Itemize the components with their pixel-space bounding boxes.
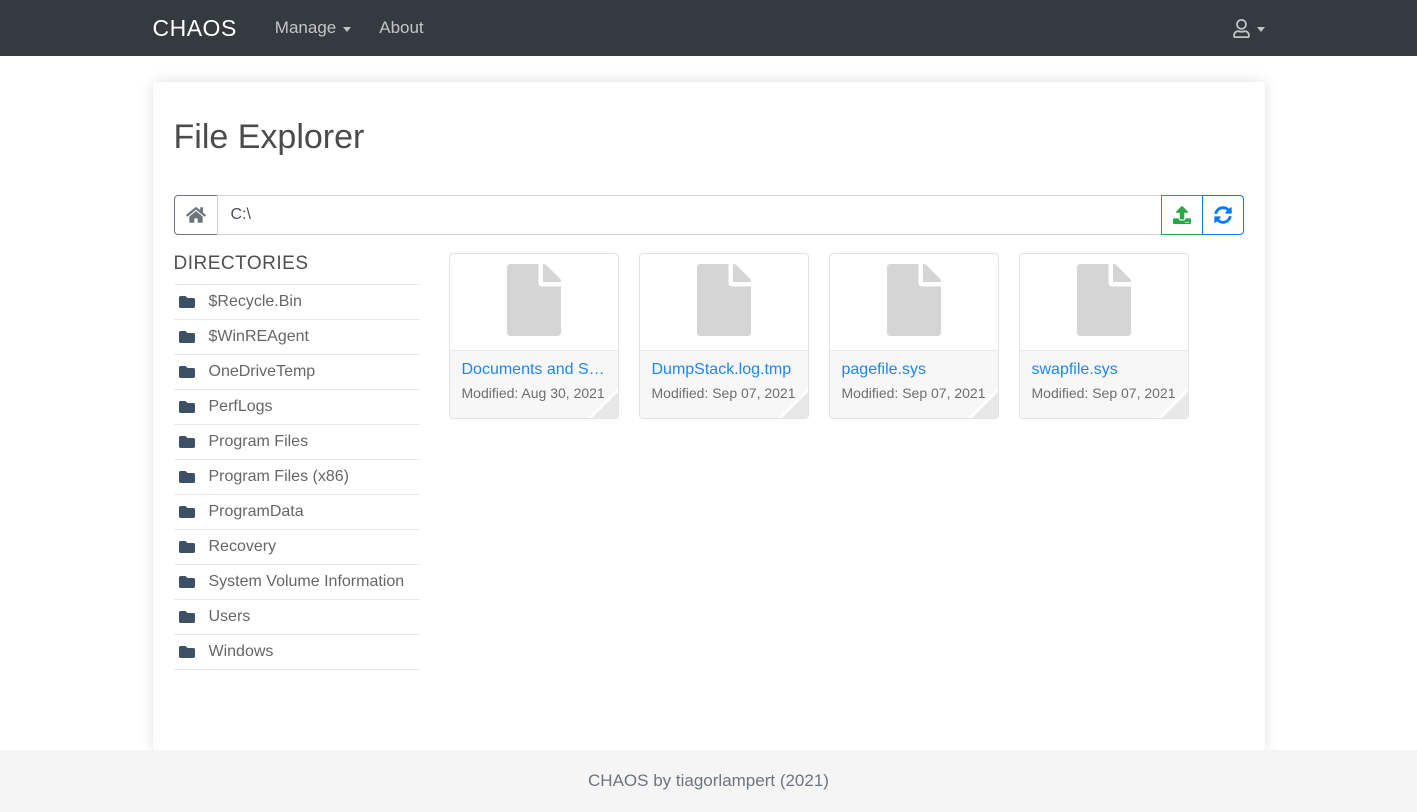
- file-thumbnail: [1019, 254, 1188, 351]
- corner-fold: [1161, 392, 1188, 418]
- file-icon: [1076, 263, 1131, 341]
- path-bar: [173, 195, 1244, 235]
- file-modified-text: Modified: Sep 07, 2021: [1031, 385, 1176, 401]
- folder-icon: [178, 539, 196, 555]
- file-card: pagefile.sys Modified: Sep 07, 2021: [828, 253, 999, 419]
- directory-item[interactable]: Recovery: [173, 530, 420, 565]
- file-modified-text: Modified: Sep 07, 2021: [651, 385, 796, 401]
- footer-text: CHAOS by tiagorlampert (2021): [588, 771, 829, 790]
- file-name-link[interactable]: DumpStack.log.tmp: [652, 361, 796, 379]
- directory-label: Recovery: [208, 538, 277, 555]
- file-thumbnail: [639, 254, 808, 351]
- chevron-down-icon: [1256, 26, 1265, 32]
- corner-fold: [781, 392, 808, 418]
- folder-icon: [178, 574, 196, 590]
- directory-item[interactable]: ProgramData: [173, 495, 420, 530]
- nav-item-about-label: About: [379, 18, 424, 37]
- chevron-down-icon: [343, 26, 352, 32]
- directory-label: System Volume Information: [208, 573, 405, 590]
- user-menu-toggle[interactable]: [1232, 18, 1265, 38]
- upload-icon: [1172, 206, 1191, 224]
- folder-icon: [178, 294, 196, 310]
- directory-item[interactable]: System Volume Information: [173, 565, 420, 600]
- directories-sidebar: DIRECTORIES $Recycle.Bin $WinREAgent One…: [173, 253, 442, 670]
- file-name-link[interactable]: Documents and S…: [462, 361, 606, 379]
- brand-link[interactable]: CHAOS: [153, 15, 237, 42]
- folder-icon: [178, 469, 196, 485]
- file-card: swapfile.sys Modified: Sep 07, 2021: [1018, 253, 1189, 419]
- directories-heading: DIRECTORIES: [173, 253, 309, 274]
- folder-icon: [178, 329, 196, 345]
- directory-item[interactable]: PerfLogs: [173, 390, 420, 425]
- directory-item[interactable]: Windows: [173, 635, 420, 670]
- sync-icon: [1213, 206, 1232, 224]
- directory-label: Program Files: [208, 433, 309, 450]
- directory-label: Windows: [208, 643, 274, 660]
- directory-label: Program Files (x86): [208, 468, 349, 485]
- file-icon: [696, 263, 751, 341]
- file-thumbnail: [829, 254, 998, 351]
- nav-item-manage[interactable]: Manage: [274, 18, 352, 38]
- user-icon: [1232, 18, 1250, 38]
- directory-label: ProgramData: [208, 503, 304, 520]
- directory-label: $WinREAgent: [208, 328, 310, 345]
- directory-label: Users: [208, 608, 251, 625]
- directory-label: $Recycle.Bin: [208, 293, 302, 310]
- page-title: File Explorer: [173, 118, 365, 156]
- folder-icon: [178, 609, 196, 625]
- home-icon: [185, 206, 206, 224]
- file-card: DumpStack.log.tmp Modified: Sep 07, 2021: [638, 253, 809, 419]
- file-name-link[interactable]: pagefile.sys: [842, 361, 986, 379]
- corner-fold: [971, 392, 998, 418]
- file-explorer-card: File Explorer D: [152, 82, 1265, 750]
- directory-item[interactable]: Program Files: [173, 425, 420, 460]
- directories-list: $Recycle.Bin $WinREAgent OneDriveTemp Pe…: [173, 284, 420, 670]
- file-modified-text: Modified: Aug 30, 2021: [461, 385, 605, 401]
- file-name-link[interactable]: swapfile.sys: [1032, 361, 1176, 379]
- directory-item[interactable]: Users: [173, 600, 420, 635]
- directory-item[interactable]: $Recycle.Bin: [173, 285, 420, 320]
- files-grid: Documents and S… Modified: Aug 30, 2021: [442, 253, 1244, 670]
- file-icon: [506, 263, 561, 341]
- home-button[interactable]: [173, 195, 218, 235]
- file-icon: [886, 263, 941, 341]
- refresh-button[interactable]: [1201, 195, 1244, 235]
- main-content: File Explorer D: [0, 56, 1417, 750]
- path-input[interactable]: [216, 195, 1162, 235]
- file-modified-text: Modified: Sep 07, 2021: [841, 385, 986, 401]
- top-navbar: CHAOS Manage About: [0, 0, 1417, 56]
- nav-item-about[interactable]: About: [379, 18, 423, 38]
- directory-item[interactable]: OneDriveTemp: [173, 355, 420, 390]
- directory-item[interactable]: Program Files (x86): [173, 460, 420, 495]
- page-footer: CHAOS by tiagorlampert (2021): [0, 750, 1417, 812]
- folder-icon: [178, 364, 196, 380]
- folder-icon: [178, 399, 196, 415]
- upload-button[interactable]: [1160, 195, 1203, 235]
- file-thumbnail: [449, 254, 618, 351]
- folder-icon: [178, 434, 196, 450]
- folder-icon: [178, 504, 196, 520]
- corner-fold: [591, 392, 618, 418]
- nav-item-manage-label: Manage: [274, 18, 337, 37]
- folder-icon: [178, 644, 196, 660]
- directory-label: OneDriveTemp: [208, 363, 316, 380]
- file-card: Documents and S… Modified: Aug 30, 2021: [448, 253, 619, 419]
- directory-item[interactable]: $WinREAgent: [173, 320, 420, 355]
- directory-label: PerfLogs: [208, 398, 273, 415]
